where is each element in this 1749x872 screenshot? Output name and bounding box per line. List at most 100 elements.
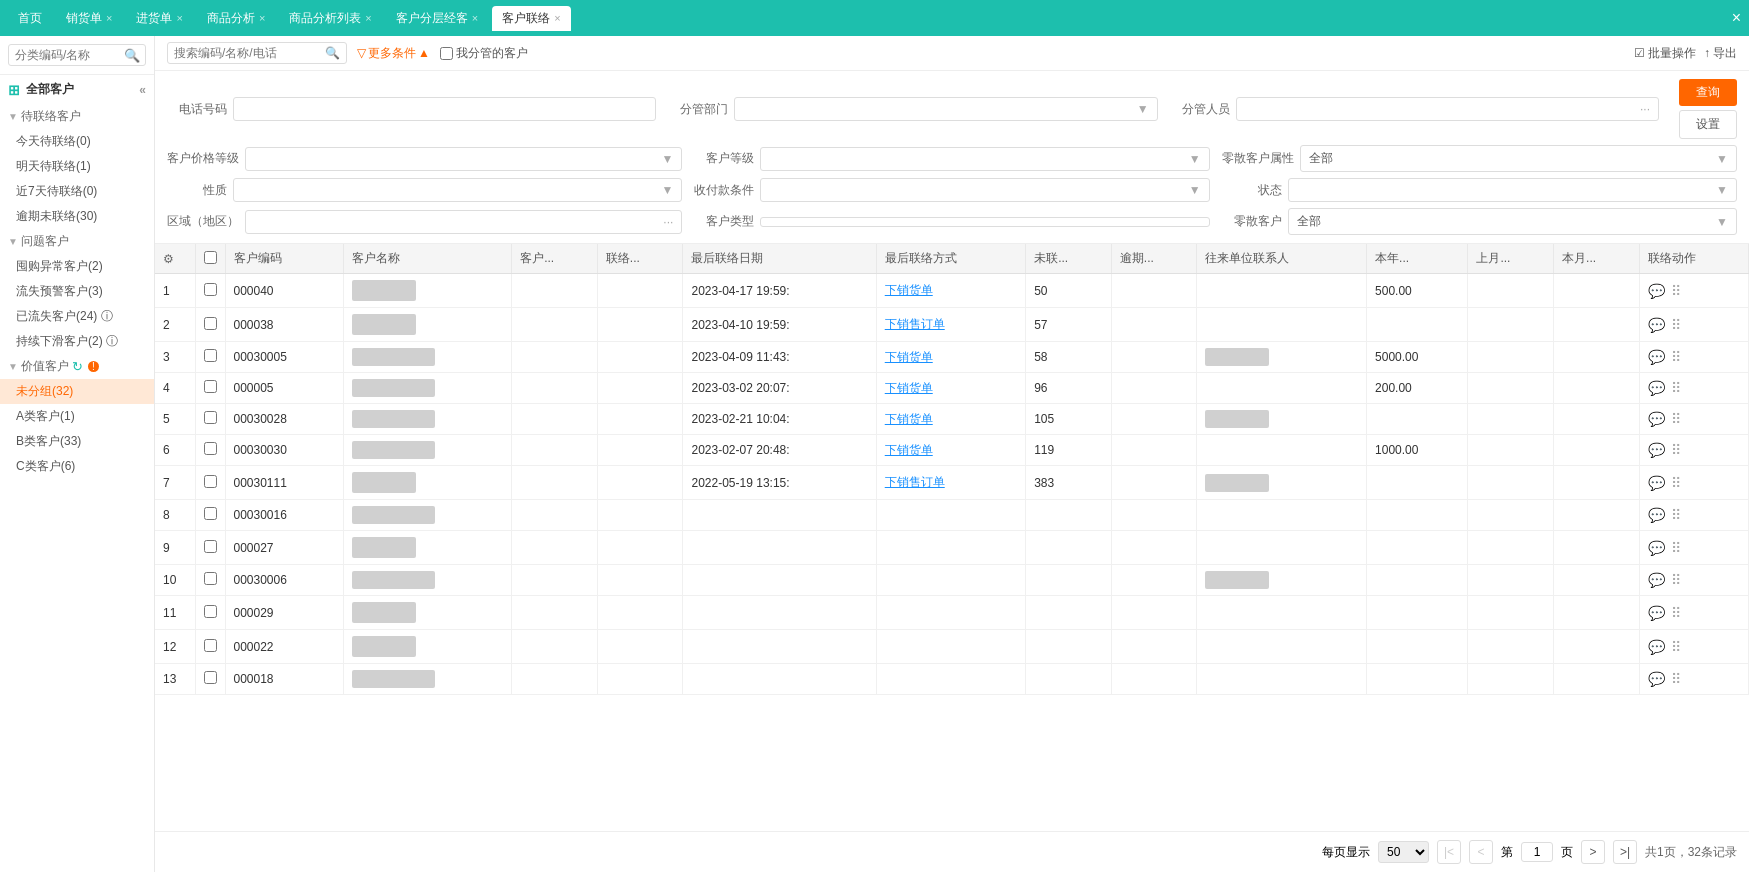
dept-select[interactable]: ▼ bbox=[734, 97, 1157, 121]
close-contact-tab[interactable]: × bbox=[554, 12, 560, 24]
row-checkbox[interactable] bbox=[204, 317, 217, 330]
qr-icon[interactable]: ⠿ bbox=[1671, 572, 1681, 588]
more-filter-btn[interactable]: ▽ 更多条件 ▲ bbox=[357, 45, 430, 62]
sidebar-item-b-class[interactable]: B类客户(33) bbox=[0, 429, 154, 454]
row-checkbox[interactable] bbox=[204, 411, 217, 424]
region-select[interactable]: ··· bbox=[245, 210, 682, 234]
sidebar-item-churn-warn[interactable]: 流失预警客户(3) bbox=[0, 279, 154, 304]
export-btn[interactable]: ↑ 导出 bbox=[1704, 45, 1737, 62]
close-purchase-tab[interactable]: × bbox=[176, 12, 182, 24]
reset-button[interactable]: 设置 bbox=[1679, 110, 1737, 139]
sidebar-item-a-class[interactable]: A类客户(1) bbox=[0, 404, 154, 429]
qr-icon[interactable]: ⠿ bbox=[1671, 317, 1681, 333]
qr-icon[interactable]: ⠿ bbox=[1671, 380, 1681, 396]
last-way-link[interactable]: 下销售订单 bbox=[885, 475, 945, 489]
payment-select[interactable]: ▼ bbox=[760, 178, 1209, 202]
qr-icon[interactable]: ⠿ bbox=[1671, 671, 1681, 687]
last-way-link[interactable]: 下销售订单 bbox=[885, 317, 945, 331]
refresh-icon[interactable]: ↻ bbox=[72, 359, 83, 374]
sidebar-item-7days[interactable]: 近7天待联络(0) bbox=[0, 179, 154, 204]
last-page-btn[interactable]: >| bbox=[1613, 840, 1637, 864]
sidebar-item-churned[interactable]: 已流失客户(24) ⓘ bbox=[0, 304, 154, 329]
cust-level-select[interactable]: ▼ bbox=[760, 147, 1209, 171]
message-icon[interactable]: 💬 bbox=[1648, 411, 1665, 427]
message-icon[interactable]: 💬 bbox=[1648, 283, 1665, 299]
message-icon[interactable]: 💬 bbox=[1648, 380, 1665, 396]
sidebar-item-declining[interactable]: 持续下滑客户(2) ⓘ bbox=[0, 329, 154, 354]
cust-type-select[interactable] bbox=[760, 217, 1209, 227]
sidebar-all-customers[interactable]: ⊞ 全部客户 « bbox=[0, 75, 154, 104]
status-select[interactable]: ▼ bbox=[1288, 178, 1737, 202]
sidebar-item-tomorrow[interactable]: 明天待联络(1) bbox=[0, 154, 154, 179]
per-page-select[interactable]: 50 20 100 bbox=[1378, 841, 1429, 863]
qr-icon[interactable]: ⠿ bbox=[1671, 349, 1681, 365]
my-customers-check[interactable] bbox=[440, 47, 453, 60]
row-checkbox[interactable] bbox=[204, 639, 217, 652]
message-icon[interactable]: 💬 bbox=[1648, 349, 1665, 365]
message-icon[interactable]: 💬 bbox=[1648, 317, 1665, 333]
last-way-link[interactable]: 下销货单 bbox=[885, 350, 933, 364]
message-icon[interactable]: 💬 bbox=[1648, 572, 1665, 588]
th-checkbox[interactable] bbox=[195, 244, 225, 274]
qr-icon[interactable]: ⠿ bbox=[1671, 639, 1681, 655]
phone-input[interactable] bbox=[233, 97, 656, 121]
last-way-link[interactable]: 下销货单 bbox=[885, 381, 933, 395]
tab-home[interactable]: 首页 bbox=[8, 6, 52, 31]
row-checkbox[interactable] bbox=[204, 380, 217, 393]
my-customers-checkbox[interactable]: 我分管的客户 bbox=[440, 45, 528, 62]
qr-icon[interactable]: ⠿ bbox=[1671, 605, 1681, 621]
tab-customer-contact[interactable]: 客户联络 × bbox=[492, 6, 570, 31]
manager-select[interactable]: ··· bbox=[1236, 97, 1659, 121]
last-way-link[interactable]: 下销货单 bbox=[885, 412, 933, 426]
qr-icon[interactable]: ⠿ bbox=[1671, 507, 1681, 523]
row-checkbox[interactable] bbox=[204, 283, 217, 296]
query-button[interactable]: 查询 bbox=[1679, 79, 1737, 106]
message-icon[interactable]: 💬 bbox=[1648, 671, 1665, 687]
sidebar-section-problem[interactable]: ▼ 问题客户 bbox=[0, 229, 154, 254]
row-checkbox[interactable] bbox=[204, 572, 217, 585]
th-settings[interactable]: ⚙ bbox=[155, 244, 195, 274]
tab-analysis[interactable]: 商品分析 × bbox=[197, 6, 275, 31]
sidebar-item-ungrouped[interactable]: 未分组(32) bbox=[0, 379, 154, 404]
close-analysis-tab[interactable]: × bbox=[259, 12, 265, 24]
message-icon[interactable]: 💬 bbox=[1648, 507, 1665, 523]
qr-icon[interactable]: ⠿ bbox=[1671, 475, 1681, 491]
batch-op-btn[interactable]: ☑ 批量操作 bbox=[1634, 45, 1696, 62]
sidebar-item-overdue[interactable]: 逾期未联络(30) bbox=[0, 204, 154, 229]
row-checkbox[interactable] bbox=[204, 475, 217, 488]
message-icon[interactable]: 💬 bbox=[1648, 442, 1665, 458]
row-checkbox[interactable] bbox=[204, 671, 217, 684]
qr-icon[interactable]: ⠿ bbox=[1671, 283, 1681, 299]
message-icon[interactable]: 💬 bbox=[1648, 540, 1665, 556]
message-icon[interactable]: 💬 bbox=[1648, 605, 1665, 621]
filter-search-box[interactable]: 🔍 bbox=[167, 42, 347, 64]
row-checkbox[interactable] bbox=[204, 442, 217, 455]
qr-icon[interactable]: ⠿ bbox=[1671, 411, 1681, 427]
row-checkbox[interactable] bbox=[204, 605, 217, 618]
filter-search-input[interactable] bbox=[174, 46, 325, 60]
sidebar-item-today[interactable]: 今天待联络(0) bbox=[0, 129, 154, 154]
last-way-link[interactable]: 下销货单 bbox=[885, 443, 933, 457]
sidebar-section-pending[interactable]: ▼ 待联络客户 bbox=[0, 104, 154, 129]
qr-icon[interactable]: ⠿ bbox=[1671, 540, 1681, 556]
close-analysis-list-tab[interactable]: × bbox=[365, 12, 371, 24]
tab-analysis-list[interactable]: 商品分析列表 × bbox=[279, 6, 381, 31]
sidebar-item-abnormal[interactable]: 囤购异常客户(2) bbox=[0, 254, 154, 279]
price-level-select[interactable]: ▼ bbox=[245, 147, 682, 171]
last-way-link[interactable]: 下销货单 bbox=[885, 283, 933, 297]
qr-icon[interactable]: ⠿ bbox=[1671, 442, 1681, 458]
row-checkbox[interactable] bbox=[204, 540, 217, 553]
scattered-attr-select[interactable]: 全部 ▼ bbox=[1300, 145, 1737, 172]
row-checkbox[interactable] bbox=[204, 507, 217, 520]
nature-select[interactable]: ▼ bbox=[233, 178, 682, 202]
prev-page-btn[interactable]: < bbox=[1469, 840, 1493, 864]
close-tier-tab[interactable]: × bbox=[472, 12, 478, 24]
tab-sales[interactable]: 销货单 × bbox=[56, 6, 122, 31]
settings-icon[interactable]: ⚙ bbox=[163, 252, 174, 266]
scattered-select[interactable]: 全部 ▼ bbox=[1288, 208, 1737, 235]
message-icon[interactable]: 💬 bbox=[1648, 639, 1665, 655]
tab-purchase[interactable]: 进货单 × bbox=[126, 6, 192, 31]
next-page-btn[interactable]: > bbox=[1581, 840, 1605, 864]
close-sales-tab[interactable]: × bbox=[106, 12, 112, 24]
first-page-btn[interactable]: |< bbox=[1437, 840, 1461, 864]
